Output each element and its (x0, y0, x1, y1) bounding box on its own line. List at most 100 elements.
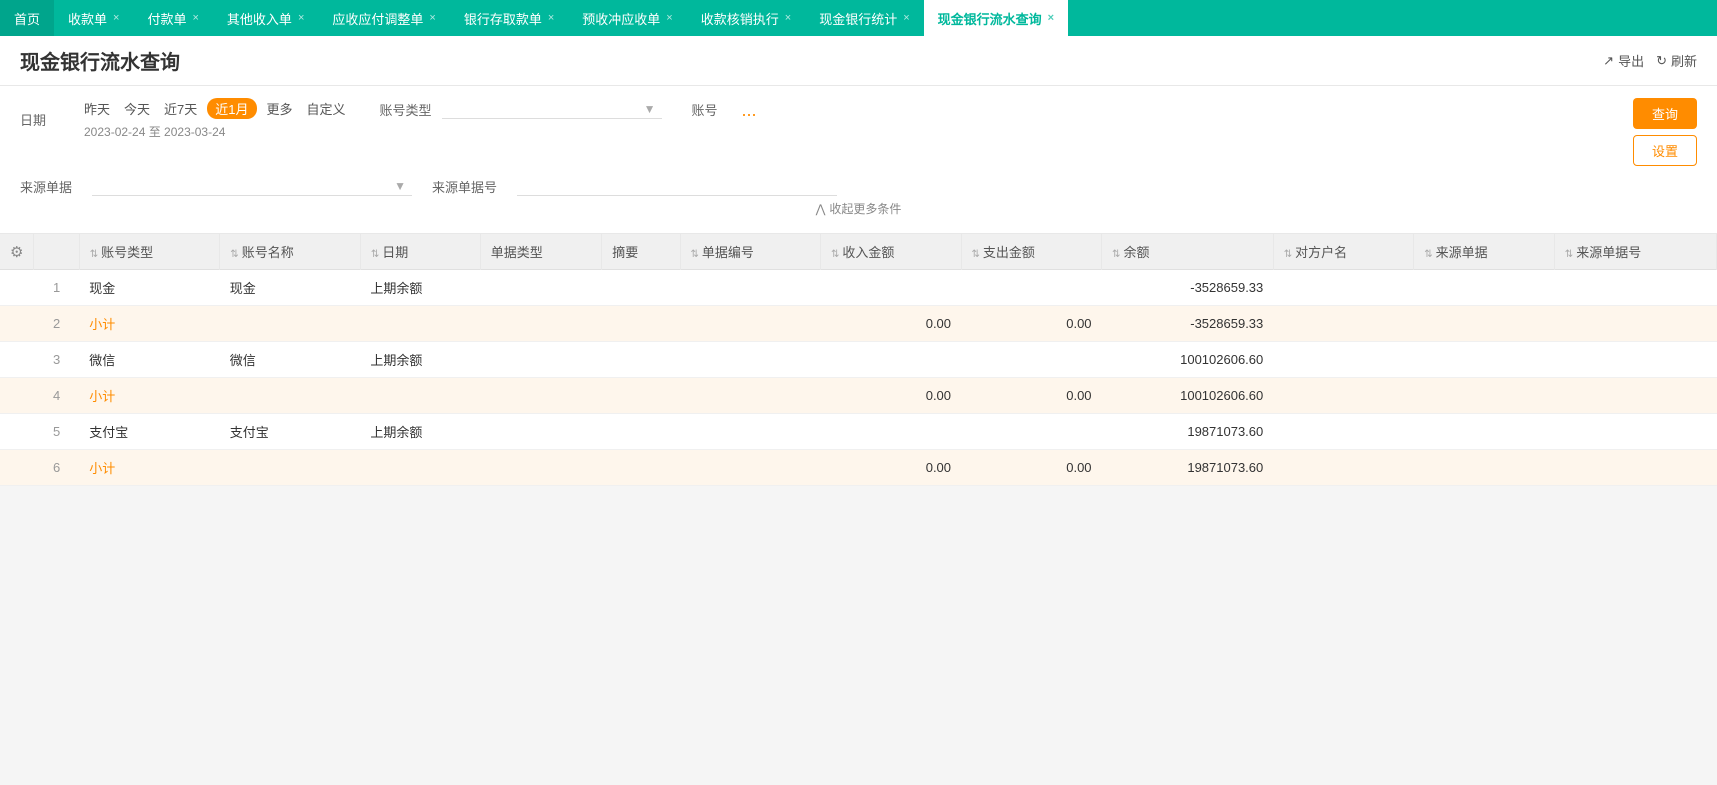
col-balance[interactable]: ⇅余额 (1102, 234, 1274, 270)
table-cell: 上期余额 (360, 342, 480, 378)
table-cell (1273, 270, 1414, 306)
account-type-select[interactable]: ▼ (442, 100, 662, 119)
col-doc-type: 单据类型 (480, 234, 602, 270)
nav-close-icon[interactable]: × (429, 12, 435, 24)
table-cell (360, 450, 480, 486)
nav-item-现金银行流水查询[interactable]: 现金银行流水查询× (924, 0, 1068, 36)
table-cell (480, 378, 602, 414)
col-source-doc-no[interactable]: ⇅来源单据号 (1554, 234, 1716, 270)
table-cell (602, 378, 680, 414)
date-filter-label: 日期 (20, 110, 60, 129)
col-row-num (34, 234, 79, 270)
table-cell (0, 378, 34, 414)
date-btn-custom[interactable]: 自定义 (303, 98, 350, 119)
nav-close-icon[interactable]: × (548, 12, 554, 24)
table-cell: 微信 (79, 342, 220, 378)
table-cell (1273, 306, 1414, 342)
nav-close-icon[interactable]: × (113, 12, 119, 24)
table-cell: 19871073.60 (1102, 414, 1274, 450)
col-expense[interactable]: ⇅支出金额 (961, 234, 1102, 270)
col-doc-no[interactable]: ⇅单据编号 (680, 234, 821, 270)
nav-close-icon[interactable]: × (903, 12, 909, 24)
table-cell: 2 (34, 306, 79, 342)
date-btn-more[interactable]: 更多 (263, 98, 297, 119)
table-cell (360, 306, 480, 342)
nav-close-icon[interactable]: × (785, 12, 791, 24)
table-cell (1414, 306, 1555, 342)
table-cell (602, 450, 680, 486)
refresh-icon: ↻ (1656, 53, 1667, 69)
table-row: 1现金现金上期余额-3528659.33 (0, 270, 1717, 306)
table-cell: 现金 (220, 270, 361, 306)
table-cell: -3528659.33 (1102, 270, 1274, 306)
col-account-type[interactable]: ⇅账号类型 (79, 234, 220, 270)
nav-item-应收应付调整单[interactable]: 应收应付调整单× (318, 0, 449, 36)
table-row: 5支付宝支付宝上期余额19871073.60 (0, 414, 1717, 450)
nav-item-收款单[interactable]: 收款单× (54, 0, 133, 36)
table-cell (1414, 342, 1555, 378)
cash-bank-table: ⚙ ⇅账号类型 ⇅账号名称 ⇅日期 单据类型 摘要 ⇅单据编号 ⇅收入金额 ⇅支… (0, 234, 1717, 486)
date-buttons: 昨天 今天 近7天 近1月 更多 自定义 (80, 98, 350, 119)
table-cell (1414, 414, 1555, 450)
col-date[interactable]: ⇅日期 (360, 234, 480, 270)
table-cell (1554, 270, 1716, 306)
table-cell (1414, 450, 1555, 486)
nav-item-其他收入单[interactable]: 其他收入单× (213, 0, 318, 36)
settings-button[interactable]: 设置 (1633, 135, 1697, 166)
export-icon: ↗ (1603, 53, 1614, 69)
table-cell (1554, 450, 1716, 486)
nav-item-现金银行统计[interactable]: 现金银行统计× (805, 0, 923, 36)
query-button[interactable]: 查询 (1633, 98, 1697, 129)
table-cell (480, 450, 602, 486)
nav-close-icon[interactable]: × (298, 12, 304, 24)
refresh-button[interactable]: ↻ 刷新 (1656, 51, 1697, 70)
source-doc-no-input[interactable] (517, 176, 837, 196)
nav-close-icon[interactable]: × (1048, 12, 1054, 24)
col-income[interactable]: ⇅收入金额 (821, 234, 962, 270)
table-cell: 支付宝 (79, 414, 220, 450)
table-gear-icon[interactable]: ⚙ (10, 244, 23, 261)
table-cell (1273, 342, 1414, 378)
table-cell (1414, 270, 1555, 306)
table-cell: 3 (34, 342, 79, 378)
table-cell: 小计 (79, 306, 220, 342)
table-cell (220, 450, 361, 486)
table-cell: 0.00 (821, 450, 962, 486)
nav-item-付款单[interactable]: 付款单× (133, 0, 212, 36)
nav-close-icon[interactable]: × (666, 12, 672, 24)
table-cell: 0.00 (961, 378, 1102, 414)
account-dots-button[interactable]: ... (742, 101, 757, 119)
table-cell: 0.00 (821, 378, 962, 414)
table-cell (0, 270, 34, 306)
table-cell: 现金 (79, 270, 220, 306)
col-counterparty[interactable]: ⇅对方户名 (1273, 234, 1414, 270)
table-row: 4小计0.000.00100102606.60 (0, 378, 1717, 414)
col-account-name[interactable]: ⇅账号名称 (220, 234, 361, 270)
table-cell: 0.00 (821, 306, 962, 342)
date-btn-1month[interactable]: 近1月 (207, 98, 256, 119)
collapse-bar[interactable]: ⋀ 收起更多条件 (20, 196, 1697, 221)
table-cell: 小计 (79, 450, 220, 486)
date-btn-7days[interactable]: 近7天 (160, 98, 201, 119)
source-doc-select[interactable]: ▼ (92, 177, 412, 196)
date-btn-yesterday[interactable]: 昨天 (80, 98, 114, 119)
nav-item-首页[interactable]: 首页 (0, 0, 54, 36)
nav-item-预收冲应收单[interactable]: 预收冲应收单× (568, 0, 686, 36)
nav-item-收款核销执行[interactable]: 收款核销执行× (687, 0, 805, 36)
source-doc-no-label: 来源单据号 (432, 177, 497, 196)
table-cell (1554, 414, 1716, 450)
date-btn-today[interactable]: 今天 (120, 98, 154, 119)
export-button[interactable]: ↗ 导出 (1603, 51, 1644, 70)
table-cell (602, 342, 680, 378)
table-cell (680, 450, 821, 486)
nav-item-银行存取款单[interactable]: 银行存取款单× (450, 0, 568, 36)
table-cell (0, 306, 34, 342)
table-cell: 5 (34, 414, 79, 450)
col-source-doc[interactable]: ⇅来源单据 (1414, 234, 1555, 270)
table-cell (1554, 378, 1716, 414)
account-label: 账号 (692, 100, 732, 119)
table-cell (821, 342, 962, 378)
table-cell (821, 270, 962, 306)
table-cell: 微信 (220, 342, 361, 378)
nav-close-icon[interactable]: × (192, 12, 198, 24)
